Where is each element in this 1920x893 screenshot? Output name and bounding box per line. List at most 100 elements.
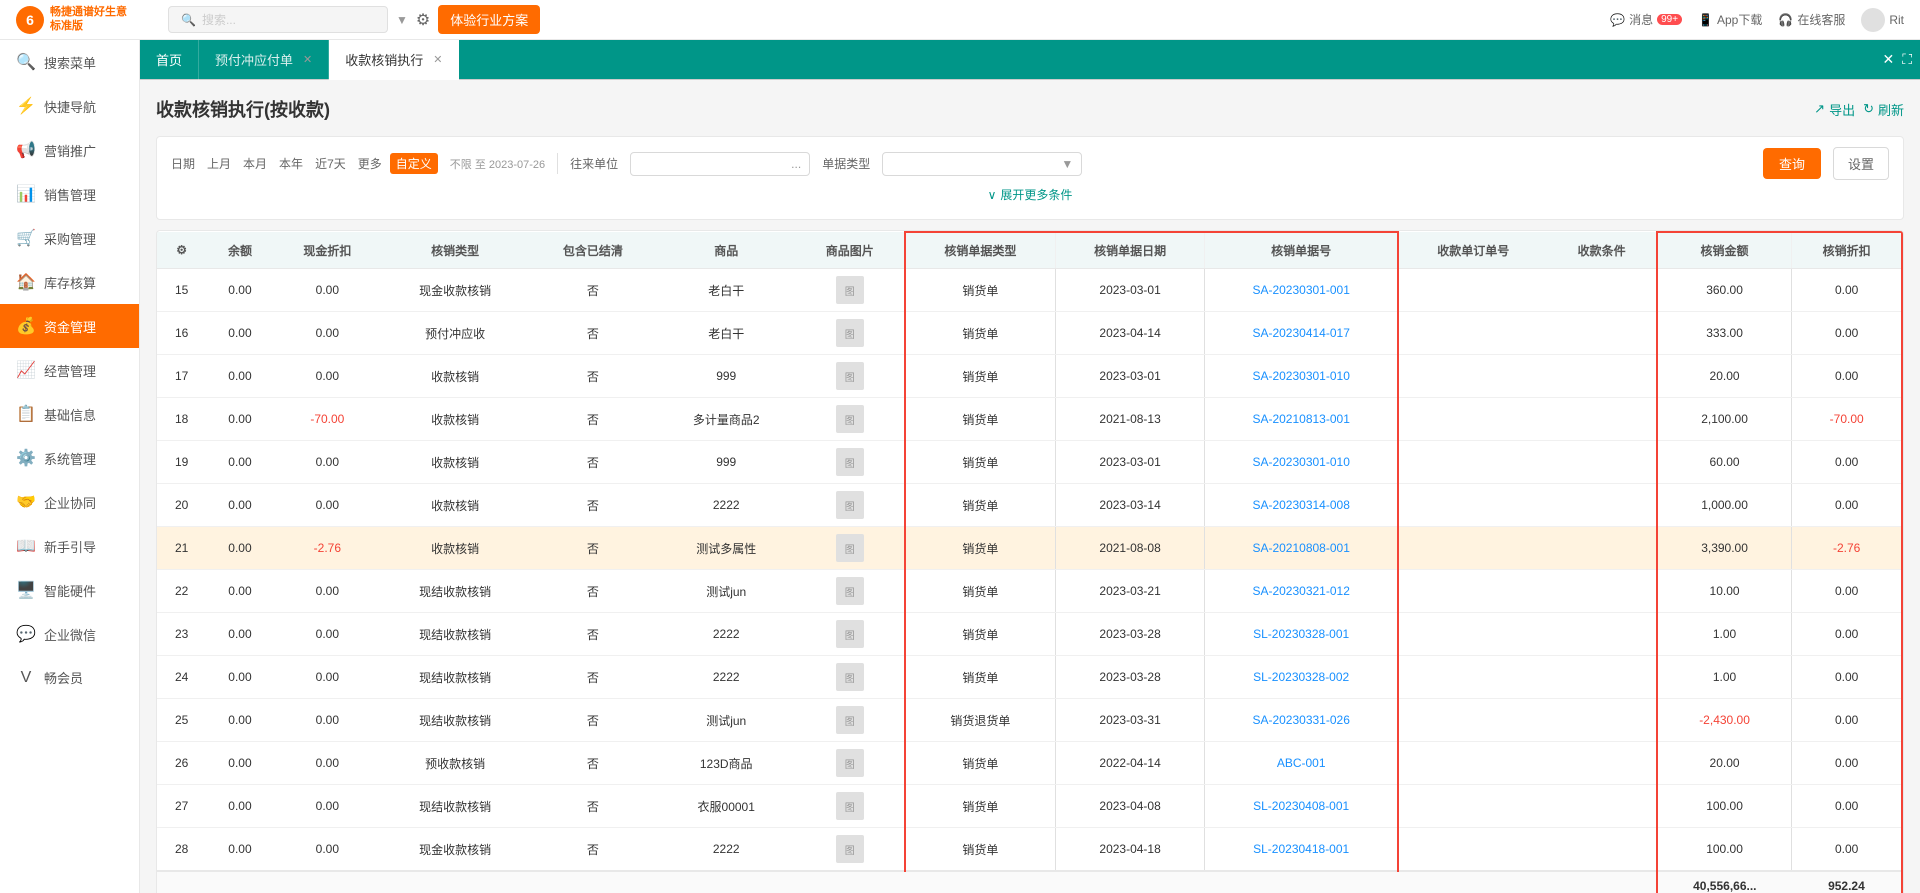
row-balance: 0.00 [206, 656, 273, 699]
window-expand-icon[interactable]: ⛶ [1902, 51, 1912, 68]
sidebar-item-system[interactable]: ⚙️ 系统管理 [0, 436, 139, 480]
date-btn-lastmonth[interactable]: 上月 [203, 153, 235, 174]
row-receipt-cond [1548, 742, 1657, 785]
bill-no-link[interactable]: SA-20230301-001 [1252, 283, 1349, 297]
query-button[interactable]: 查询 [1763, 148, 1821, 179]
logo-line1: 畅捷通谱好生意 [50, 6, 127, 19]
sidebar-item-basic[interactable]: 📋 基础信息 [0, 392, 139, 436]
settings-button[interactable]: 设置 [1833, 147, 1889, 180]
type-select[interactable]: ▼ [882, 152, 1082, 176]
bill-no-link[interactable]: SA-20230301-010 [1252, 455, 1349, 469]
expand-icon: ∨ [988, 188, 997, 202]
dropdown-arrow[interactable]: ▼ [396, 13, 408, 27]
app-download-item[interactable]: 📱 App下载 [1698, 11, 1762, 28]
bill-no-link[interactable]: SL-20230408-001 [1253, 799, 1349, 813]
bill-no-link[interactable]: SA-20210808-001 [1252, 541, 1349, 555]
sidebar-item-inventory[interactable]: 🏠 库存核算 [0, 260, 139, 304]
table-wrap: ⚙ 余额 现金折扣 核销类型 包含已结清 商品 商品图片 核销单据类型 核销单据… [156, 230, 1904, 893]
row-amount: 100.00 [1657, 828, 1792, 872]
sidebar-label-finance: 资金管理 [44, 317, 96, 336]
row-goods: 2222 [657, 656, 796, 699]
date-btn-custom[interactable]: 自定义 [390, 153, 438, 174]
sidebar-item-vip[interactable]: V 畅会员 [0, 656, 139, 699]
tab-home[interactable]: 首页 [140, 40, 199, 80]
row-amount: 360.00 [1657, 269, 1792, 312]
col-amount: 核销金额 [1657, 232, 1792, 269]
service-item[interactable]: 🎧 在线客服 [1778, 11, 1845, 28]
sidebar-item-collab[interactable]: 🤝 企业协同 [0, 480, 139, 524]
bill-no-link[interactable]: SL-20230328-002 [1253, 670, 1349, 684]
message-icon: 💬 [1610, 13, 1625, 27]
date-btn-thismonth[interactable]: 本月 [239, 153, 271, 174]
tab-home-label: 首页 [156, 50, 182, 69]
sidebar-item-guide[interactable]: 📖 新手引导 [0, 524, 139, 568]
window-close-icon[interactable]: ✕ [1882, 51, 1894, 68]
row-balance: 0.00 [206, 570, 273, 613]
message-item[interactable]: 💬 消息 99+ [1610, 11, 1682, 28]
row-bill-no: SA-20230331-026 [1205, 699, 1398, 742]
tab-receipt-close[interactable]: ✕ [433, 53, 442, 66]
row-goods: 2222 [657, 613, 796, 656]
bill-no-link[interactable]: SA-20230314-008 [1252, 498, 1349, 512]
type-label: 单据类型 [822, 155, 870, 172]
bill-no-link[interactable]: SA-20230321-012 [1252, 584, 1349, 598]
sidebar-item-nav[interactable]: ⚡ 快捷导航 [0, 84, 139, 128]
date-btn-7days[interactable]: 近7天 [311, 153, 350, 174]
date-btn-thisyear[interactable]: 本年 [275, 153, 307, 174]
row-amount: 20.00 [1657, 742, 1792, 785]
col-settings[interactable]: ⚙ [157, 232, 206, 269]
bill-no-link[interactable]: SL-20230418-001 [1253, 842, 1349, 856]
row-receipt-cond [1548, 355, 1657, 398]
row-bill-date: 2023-03-31 [1055, 699, 1205, 742]
row-receipt-cond [1548, 312, 1657, 355]
collab-icon: 🤝 [16, 492, 36, 512]
row-bill-date: 2022-04-14 [1055, 742, 1205, 785]
bill-no-link[interactable]: SA-20230331-026 [1252, 713, 1349, 727]
date-btn-more[interactable]: 更多 [354, 153, 386, 174]
sidebar-item-finance[interactable]: 💰 资金管理 [0, 304, 139, 348]
user-name-item[interactable]: Rit [1861, 8, 1904, 32]
refresh-button[interactable]: ↻ 刷新 [1863, 100, 1904, 119]
row-bill-date: 2023-03-28 [1055, 656, 1205, 699]
partner-input[interactable]: ... [630, 152, 810, 176]
sidebar-item-wechat[interactable]: 💬 企业微信 [0, 612, 139, 656]
tab-prepay[interactable]: 预付冲应付单 ✕ [199, 40, 329, 80]
top-bar: 6 畅捷通谱好生意 标准版 🔍 搜索... ▼ ⚙ 体验行业方案 💬 消息 99… [0, 0, 1920, 40]
row-receipt-cond [1548, 656, 1657, 699]
sidebar-item-search[interactable]: 🔍 搜索菜单 [0, 40, 139, 84]
sidebar-item-purchase[interactable]: 🛒 采购管理 [0, 216, 139, 260]
bill-no-link[interactable]: ABC-001 [1277, 756, 1326, 770]
bill-no-link[interactable]: SA-20210813-001 [1252, 412, 1349, 426]
bill-no-link[interactable]: SA-20230414-017 [1252, 326, 1349, 340]
table-scroll[interactable]: ⚙ 余额 现金折扣 核销类型 包含已结清 商品 商品图片 核销单据类型 核销单据… [157, 231, 1903, 893]
bill-no-link[interactable]: SL-20230328-001 [1253, 627, 1349, 641]
bill-no-link[interactable]: SA-20230301-010 [1252, 369, 1349, 383]
row-bill-type: 销货单 [905, 613, 1055, 656]
search-icon: 🔍 [16, 52, 36, 72]
top-search-box[interactable]: 🔍 搜索... [168, 6, 388, 33]
export-button[interactable]: ↗ 导出 [1814, 100, 1855, 119]
sidebar-item-management[interactable]: 📈 经营管理 [0, 348, 139, 392]
sidebar-item-marketing[interactable]: 📢 营销推广 [0, 128, 139, 172]
row-type: 收款核销 [381, 441, 529, 484]
tab-receipt[interactable]: 收款核销执行 ✕ [329, 40, 459, 80]
partner-dots[interactable]: ... [791, 157, 801, 171]
expand-bar[interactable]: ∨ 展开更多条件 [171, 180, 1889, 209]
row-bill-no: SA-20230301-010 [1205, 441, 1398, 484]
footer-amount-total: 40,556,66... [1657, 871, 1792, 893]
sidebar-item-sales[interactable]: 📊 销售管理 [0, 172, 139, 216]
row-amount: 1.00 [1657, 613, 1792, 656]
row-goods-img: 图 [796, 613, 905, 656]
tab-prepay-close[interactable]: ✕ [303, 53, 312, 66]
expand-label: 展开更多条件 [1000, 186, 1072, 203]
row-goods-img: 图 [796, 441, 905, 484]
sidebar-item-hardware[interactable]: 🖥️ 智能硬件 [0, 568, 139, 612]
sidebar-label-purchase: 采购管理 [44, 229, 96, 248]
row-cash-discount: 0.00 [274, 699, 382, 742]
row-no: 20 [157, 484, 206, 527]
col-bill-type: 核销单据类型 [905, 232, 1055, 269]
row-balance: 0.00 [206, 355, 273, 398]
gear-icon[interactable]: ⚙ [416, 10, 430, 30]
refresh-icon: ↻ [1863, 101, 1874, 117]
solution-button[interactable]: 体验行业方案 [438, 5, 540, 34]
